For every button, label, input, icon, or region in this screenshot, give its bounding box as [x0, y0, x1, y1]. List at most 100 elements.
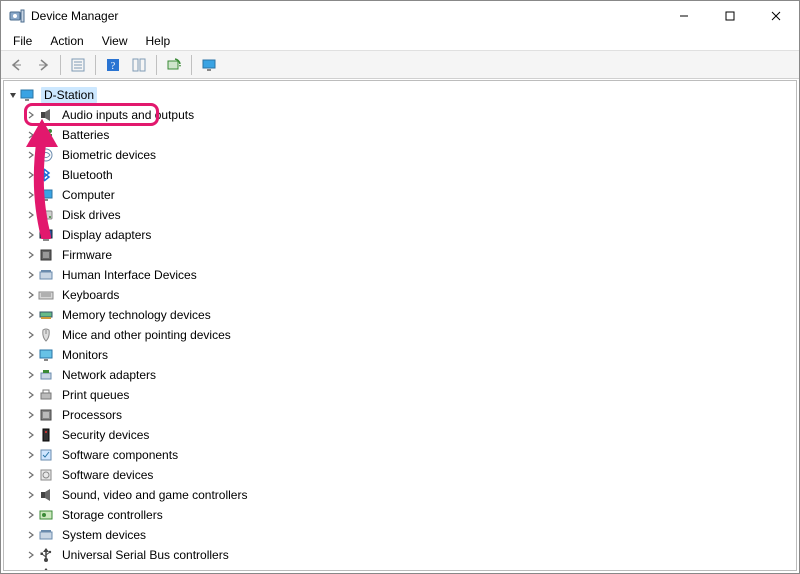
tree-root[interactable]: D-Station [6, 85, 796, 105]
chevron-right-icon[interactable] [24, 488, 38, 502]
maximize-button[interactable] [707, 1, 753, 31]
device-tree: D-Station Audio inputs and outputs Batter… [4, 83, 796, 571]
tree-item[interactable]: Keyboards [24, 285, 796, 305]
bluetooth-icon [38, 167, 54, 183]
chevron-right-icon[interactable] [24, 208, 38, 222]
tree-item[interactable]: Storage controllers [24, 505, 796, 525]
forward-button[interactable] [31, 53, 55, 77]
tree-item[interactable]: System devices [24, 525, 796, 545]
chevron-right-icon[interactable] [24, 528, 38, 542]
back-button[interactable] [5, 53, 29, 77]
monitor2-icon [38, 347, 54, 363]
tree-item[interactable]: Human Interface Devices [24, 265, 796, 285]
chevron-right-icon[interactable] [24, 168, 38, 182]
device-tree-panel[interactable]: D-Station Audio inputs and outputs Batter… [3, 80, 797, 571]
tree-item[interactable]: Audio inputs and outputs [24, 105, 796, 125]
properties-button[interactable] [66, 53, 90, 77]
toolbar-separator [60, 55, 61, 75]
chevron-right-icon[interactable] [24, 448, 38, 462]
help-button[interactable]: ? [101, 53, 125, 77]
help-icon: ? [105, 57, 121, 73]
tree-item[interactable]: Security devices [24, 425, 796, 445]
chevron-right-icon[interactable] [24, 428, 38, 442]
chevron-down-icon[interactable] [6, 88, 20, 102]
tree-root-label: D-Station [41, 87, 97, 103]
minimize-button[interactable] [661, 1, 707, 31]
chevron-right-icon[interactable] [24, 388, 38, 402]
menu-action[interactable]: Action [42, 33, 91, 49]
tree-item[interactable]: Print queues [24, 385, 796, 405]
tree-item[interactable]: Display adapters [24, 225, 796, 245]
scan-hardware-button[interactable] [162, 53, 186, 77]
monitor-icon [38, 187, 54, 203]
devices-button[interactable] [197, 53, 221, 77]
tree-item[interactable]: USB Connector Managers [24, 565, 796, 571]
usb-icon [38, 567, 54, 571]
menu-help[interactable]: Help [138, 33, 179, 49]
monitor-icon [201, 57, 217, 73]
chevron-right-icon[interactable] [24, 108, 38, 122]
tree-item[interactable]: Software components [24, 445, 796, 465]
chip-icon [38, 247, 54, 263]
chevron-right-icon[interactable] [24, 248, 38, 262]
toolbar-separator [95, 55, 96, 75]
chevron-right-icon[interactable] [24, 288, 38, 302]
chevron-right-icon[interactable] [24, 308, 38, 322]
menubar: File Action View Help [1, 31, 799, 51]
tree-item-label: Print queues [59, 387, 132, 403]
chevron-right-icon[interactable] [24, 328, 38, 342]
battery-icon [38, 127, 54, 143]
tree-item-label: System devices [59, 527, 149, 543]
chevron-right-icon[interactable] [24, 348, 38, 362]
chevron-right-icon[interactable] [24, 268, 38, 282]
toolbar: ? [1, 51, 799, 79]
speaker-icon [38, 487, 54, 503]
close-button[interactable] [753, 1, 799, 31]
tree-item-label: Audio inputs and outputs [59, 107, 197, 123]
tree-item[interactable]: Computer [24, 185, 796, 205]
tree-item[interactable]: Sound, video and game controllers [24, 485, 796, 505]
tree-item-label: Batteries [59, 127, 112, 143]
tree-item[interactable]: Memory technology devices [24, 305, 796, 325]
tree-item-label: Storage controllers [59, 507, 166, 523]
chevron-right-icon[interactable] [24, 148, 38, 162]
toolbar-separator [156, 55, 157, 75]
tree-item-label: Keyboards [59, 287, 122, 303]
menu-file[interactable]: File [5, 33, 40, 49]
chevron-right-icon[interactable] [24, 188, 38, 202]
chevron-right-icon[interactable] [24, 548, 38, 562]
fingerprint-icon [38, 147, 54, 163]
tree-item[interactable]: Bluetooth [24, 165, 796, 185]
tree-item[interactable]: Firmware [24, 245, 796, 265]
tree-item[interactable]: Network adapters [24, 365, 796, 385]
svg-text:?: ? [111, 61, 116, 72]
app-icon [9, 8, 25, 24]
computer-icon [20, 87, 36, 103]
chevron-right-icon[interactable] [24, 128, 38, 142]
tree-item[interactable]: Biometric devices [24, 145, 796, 165]
titlebar: Device Manager [1, 1, 799, 31]
mouse-icon [38, 327, 54, 343]
tree-item-label: Processors [59, 407, 125, 423]
chevron-right-icon[interactable] [24, 468, 38, 482]
tree-item[interactable]: Software devices [24, 465, 796, 485]
tree-item[interactable]: Mice and other pointing devices [24, 325, 796, 345]
chevron-right-icon[interactable] [24, 228, 38, 242]
security-icon [38, 427, 54, 443]
tree-item[interactable]: Disk drives [24, 205, 796, 225]
chevron-right-icon[interactable] [24, 568, 38, 571]
system-icon [38, 527, 54, 543]
chevron-right-icon[interactable] [24, 508, 38, 522]
chevron-right-icon[interactable] [24, 408, 38, 422]
tree-item[interactable]: Universal Serial Bus controllers [24, 545, 796, 565]
toolbar-separator [191, 55, 192, 75]
action-list-button[interactable] [127, 53, 151, 77]
cpu-icon [38, 407, 54, 423]
chevron-right-icon[interactable] [24, 368, 38, 382]
menu-view[interactable]: View [94, 33, 136, 49]
tree-item-label: Firmware [59, 247, 115, 263]
tree-item[interactable]: Processors [24, 405, 796, 425]
tree-item[interactable]: Monitors [24, 345, 796, 365]
sw2-icon [38, 467, 54, 483]
tree-item[interactable]: Batteries [24, 125, 796, 145]
